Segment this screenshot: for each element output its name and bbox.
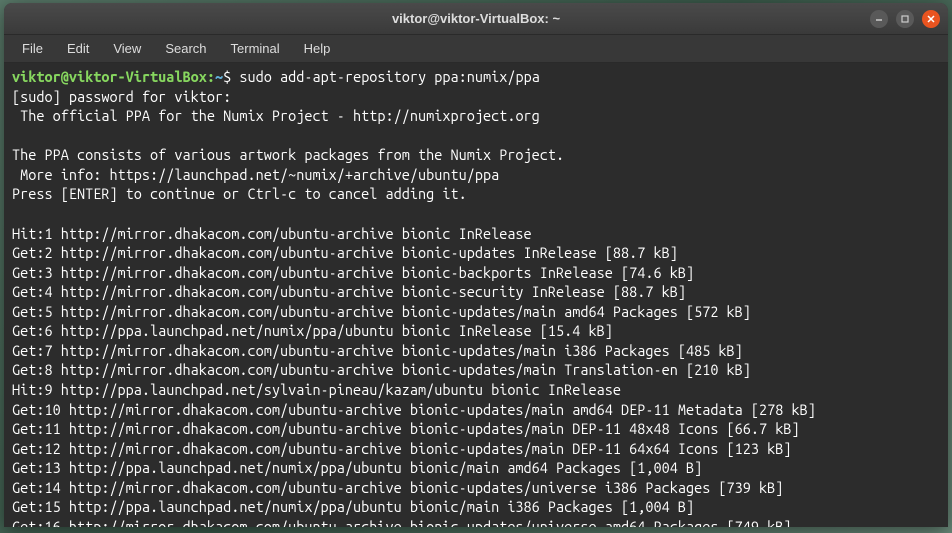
maximize-icon	[900, 14, 910, 24]
maximize-button[interactable]	[896, 10, 914, 28]
output-line: More info: https://launchpad.net/~numix/…	[12, 165, 940, 185]
prompt-symbol: $	[223, 68, 231, 85]
terminal-content[interactable]: viktor@viktor-VirtualBox:~$ sudo add-apt…	[4, 63, 948, 527]
minimize-button[interactable]	[870, 10, 888, 28]
terminal-window: viktor@viktor-VirtualBox: ~ File Edit Vi…	[4, 3, 948, 527]
prompt-user-host: viktor@viktor-VirtualBox	[12, 68, 207, 85]
output-line: The PPA consists of various artwork pack…	[12, 145, 940, 165]
output-line	[12, 204, 940, 224]
output-line: Hit:1 http://mirror.dhakacom.com/ubuntu-…	[12, 224, 940, 244]
output-line: Get:16 http://mirror.dhakacom.com/ubuntu…	[12, 517, 940, 527]
output-line: Get:4 http://mirror.dhakacom.com/ubuntu-…	[12, 282, 940, 302]
output-line: Get:13 http://ppa.launchpad.net/numix/pp…	[12, 458, 940, 478]
output-line: Get:11 http://mirror.dhakacom.com/ubuntu…	[12, 419, 940, 439]
menu-help[interactable]: Help	[294, 38, 341, 59]
output-line: Get:5 http://mirror.dhakacom.com/ubuntu-…	[12, 302, 940, 322]
output-line: Get:3 http://mirror.dhakacom.com/ubuntu-…	[12, 263, 940, 283]
menu-edit[interactable]: Edit	[57, 38, 99, 59]
menu-file[interactable]: File	[12, 38, 53, 59]
menu-view[interactable]: View	[103, 38, 151, 59]
titlebar[interactable]: viktor@viktor-VirtualBox: ~	[4, 3, 948, 35]
prompt-line: viktor@viktor-VirtualBox:~$ sudo add-apt…	[12, 67, 940, 87]
prompt-path: ~	[215, 68, 223, 85]
close-button[interactable]	[922, 10, 940, 28]
output-line: Get:14 http://mirror.dhakacom.com/ubuntu…	[12, 478, 940, 498]
output-line: Get:6 http://ppa.launchpad.net/numix/ppa…	[12, 321, 940, 341]
menu-terminal[interactable]: Terminal	[221, 38, 290, 59]
output-line: Get:12 http://mirror.dhakacom.com/ubuntu…	[12, 439, 940, 459]
output-line	[12, 126, 940, 146]
command-text: sudo add-apt-repository ppa:numix/ppa	[239, 68, 539, 85]
terminal-output: [sudo] password for viktor: The official…	[12, 87, 940, 527]
output-line: Get:15 http://ppa.launchpad.net/numix/pp…	[12, 497, 940, 517]
minimize-icon	[874, 14, 884, 24]
output-line: Get:8 http://mirror.dhakacom.com/ubuntu-…	[12, 360, 940, 380]
prompt-separator: :	[207, 68, 215, 85]
close-icon	[926, 14, 936, 24]
output-line: Get:2 http://mirror.dhakacom.com/ubuntu-…	[12, 243, 940, 263]
menu-search[interactable]: Search	[155, 38, 216, 59]
output-line: Get:7 http://mirror.dhakacom.com/ubuntu-…	[12, 341, 940, 361]
output-line: Get:10 http://mirror.dhakacom.com/ubuntu…	[12, 400, 940, 420]
output-line: The official PPA for the Numix Project -…	[12, 106, 940, 126]
window-title: viktor@viktor-VirtualBox: ~	[4, 11, 948, 26]
window-controls	[870, 10, 940, 28]
output-line: [sudo] password for viktor:	[12, 87, 940, 107]
menubar: File Edit View Search Terminal Help	[4, 35, 948, 63]
output-line: Hit:9 http://ppa.launchpad.net/sylvain-p…	[12, 380, 940, 400]
output-line: Press [ENTER] to continue or Ctrl-c to c…	[12, 184, 940, 204]
